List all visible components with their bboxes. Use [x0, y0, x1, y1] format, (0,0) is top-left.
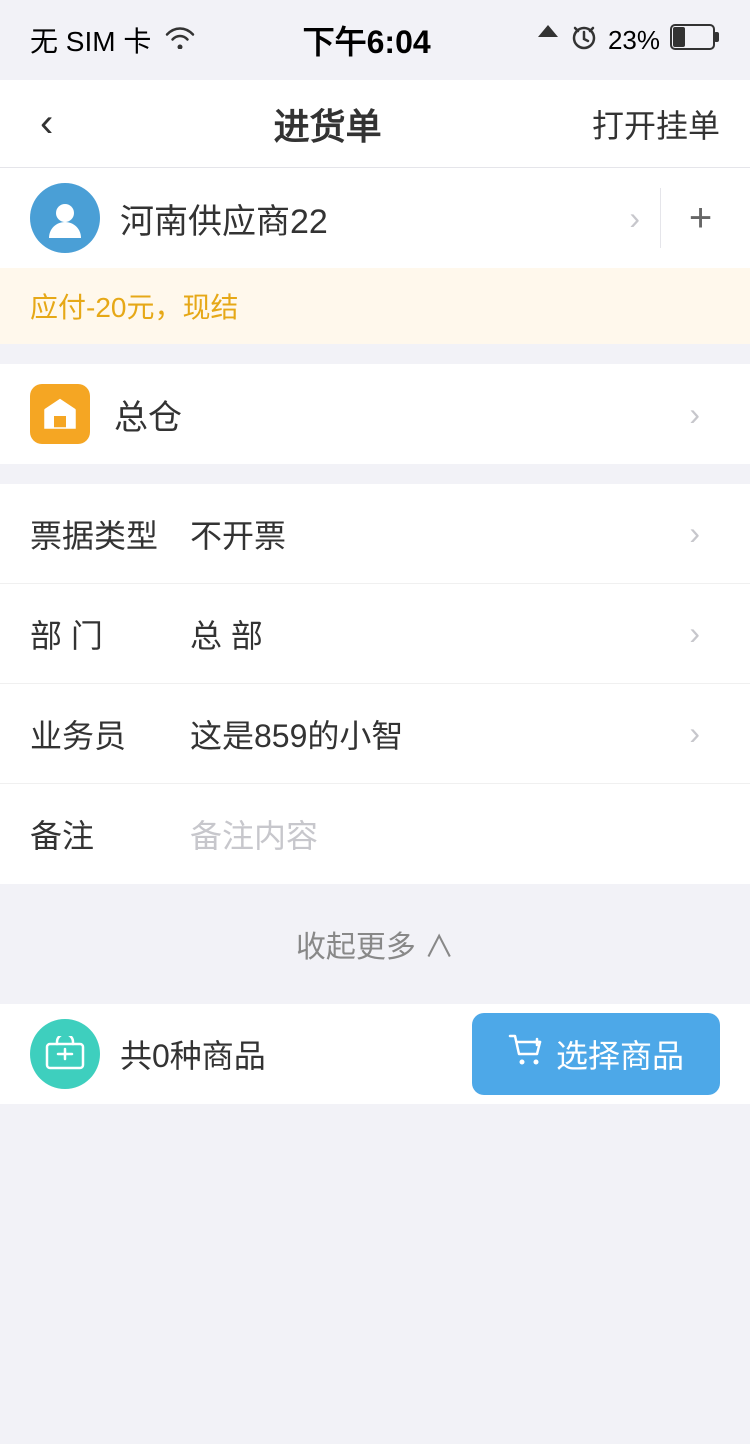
- warehouse-row[interactable]: 总仓 ›: [0, 364, 750, 464]
- supplier-row[interactable]: 河南供应商22 › +: [0, 168, 750, 268]
- notice-text: 应付-20元，现结: [30, 292, 238, 323]
- ticket-type-row[interactable]: 票据类型 不开票 ›: [0, 484, 750, 584]
- department-chevron-icon: ›: [689, 615, 700, 652]
- remarks-row[interactable]: 备注 备注内容: [0, 784, 750, 884]
- goods-icon: [30, 1019, 100, 1089]
- status-right: 23%: [536, 23, 720, 58]
- supplier-name: 河南供应商22: [120, 194, 629, 243]
- notice-bar: 应付-20元，现结: [0, 268, 750, 344]
- ticket-type-chevron-icon: ›: [689, 515, 700, 552]
- battery-label: 23%: [608, 25, 660, 56]
- location-icon: [536, 23, 560, 58]
- sales-rep-chevron-icon: ›: [689, 715, 700, 752]
- select-goods-button[interactable]: 选择商品: [472, 1013, 720, 1095]
- page-title: 进货单: [274, 98, 382, 150]
- warehouse-chevron-icon: ›: [689, 396, 700, 433]
- ticket-type-value: 不开票: [170, 511, 689, 557]
- supplier-avatar: [30, 183, 100, 253]
- carrier-label: 无 SIM 卡: [30, 20, 151, 60]
- sales-rep-label: 业务员: [30, 711, 170, 757]
- status-left: 无 SIM 卡: [30, 20, 197, 60]
- department-label: 部 门: [30, 611, 170, 657]
- battery-icon: [670, 24, 720, 57]
- ticket-type-label: 票据类型: [30, 511, 170, 557]
- wifi-icon: [163, 24, 197, 56]
- status-time: 下午6:04: [303, 17, 431, 63]
- warehouse-name: 总仓: [114, 390, 689, 439]
- bottom-bar: 共0种商品 选择商品: [0, 1004, 750, 1104]
- collapse-row[interactable]: 收起更多 ∧: [0, 904, 750, 984]
- form-card: 票据类型 不开票 › 部 门 总 部 › 业务员 这是859的小智 › 备注 备…: [0, 484, 750, 884]
- nav-bar: ‹ 进货单 打开挂单: [0, 80, 750, 168]
- collapse-label: 收起更多 ∧: [296, 922, 454, 966]
- supplier-chevron-icon: ›: [629, 200, 640, 237]
- select-goods-label: 选择商品: [556, 1031, 684, 1077]
- open-pending-button[interactable]: 打开挂单: [592, 101, 720, 147]
- add-supplier-button[interactable]: +: [660, 188, 720, 248]
- remarks-label: 备注: [30, 811, 170, 857]
- sales-rep-row[interactable]: 业务员 这是859的小智 ›: [0, 684, 750, 784]
- department-value: 总 部: [170, 611, 689, 657]
- supplier-section: 河南供应商22 › +: [0, 168, 750, 268]
- sales-rep-value: 这是859的小智: [170, 711, 689, 757]
- content-area: 河南供应商22 › + 应付-20元，现结 总仓 › 票据类型 不开票 ›: [0, 168, 750, 1444]
- status-bar: 无 SIM 卡 下午6:04 23%: [0, 0, 750, 80]
- back-button[interactable]: ‹: [30, 91, 63, 156]
- department-row[interactable]: 部 门 总 部 ›: [0, 584, 750, 684]
- goods-count: 共0种商品: [120, 1031, 452, 1077]
- select-goods-cart-icon: [508, 1034, 544, 1074]
- gray-area: [0, 1124, 750, 1444]
- alarm-icon: [570, 23, 598, 58]
- warehouse-icon: [30, 384, 90, 444]
- remarks-input[interactable]: 备注内容: [170, 811, 720, 857]
